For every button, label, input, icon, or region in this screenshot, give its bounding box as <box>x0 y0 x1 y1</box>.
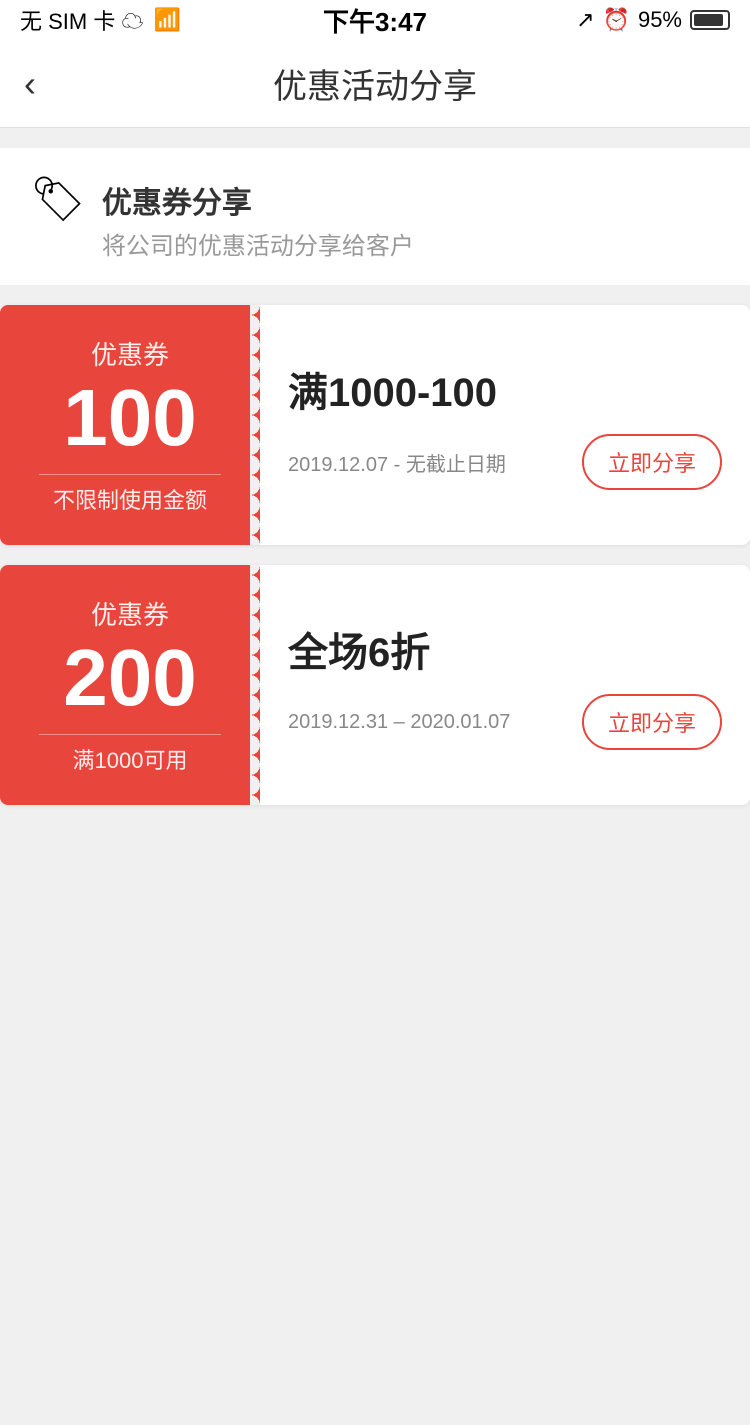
coupon-name-0: 满1000-100 <box>288 360 722 418</box>
nav-bar: ‹ 优惠活动分享 <box>0 40 750 128</box>
coupon-date-0: 2019.12.07 - 无截止日期 <box>288 448 506 477</box>
coupon-right-0: 满1000-100 2019.12.07 - 无截止日期 立即分享 <box>260 305 750 545</box>
share-button-0[interactable]: 立即分享 <box>582 434 722 490</box>
coupon-divider-1 <box>39 734 221 735</box>
coupon-amount-1: 200 <box>63 638 196 718</box>
status-time: 下午3:47 <box>323 2 427 39</box>
location-icon: ↗ <box>576 7 594 33</box>
battery-percent: 95% <box>638 7 682 33</box>
status-bar: 无 SIM 卡 ☁ 📶 下午3:47 ↗ ⏰ 95% <box>0 0 750 40</box>
coupon-condition-0: 不限制使用金额 <box>53 483 207 515</box>
bottom-space <box>0 825 750 1425</box>
share-button-1[interactable]: 立即分享 <box>582 694 722 750</box>
no-sim-text: 无 SIM 卡 ☁ <box>20 4 143 36</box>
section-header: 🏷 优惠券分享 将公司的优惠活动分享给客户 <box>0 148 750 285</box>
section-text: 优惠券分享 将公司的优惠活动分享给客户 <box>102 178 414 261</box>
wifi-icon: 📶 <box>153 7 180 33</box>
coupon-label-0: 优惠券 <box>91 335 169 372</box>
coupon-condition-1: 满1000可用 <box>73 743 188 775</box>
coupon-name-1: 全场6折 <box>288 620 722 678</box>
page-title: 优惠活动分享 <box>273 59 477 108</box>
status-left: 无 SIM 卡 ☁ 📶 <box>20 4 181 36</box>
status-right: ↗ ⏰ 95% <box>576 7 730 33</box>
coupon-meta-0: 2019.12.07 - 无截止日期 立即分享 <box>288 434 722 490</box>
coupon-card: 优惠券 200 满1000可用 全场6折 2019.12.31 – 2020.0… <box>0 565 750 805</box>
coupon-meta-1: 2019.12.31 – 2020.01.07 立即分享 <box>288 694 722 750</box>
coupon-label-1: 优惠券 <box>91 595 169 632</box>
coupon-divider-0 <box>39 474 221 475</box>
section-subtitle: 将公司的优惠活动分享给客户 <box>102 226 414 261</box>
coupon-date-1: 2019.12.31 – 2020.01.07 <box>288 711 510 734</box>
coupon-card: 优惠券 100 不限制使用金额 满1000-100 2019.12.07 - 无… <box>0 305 750 545</box>
alarm-icon: ⏰ <box>603 7 630 33</box>
section-title: 优惠券分享 <box>102 178 414 222</box>
coupon-left-1: 优惠券 200 满1000可用 <box>0 565 260 805</box>
coupon-list: 优惠券 100 不限制使用金额 满1000-100 2019.12.07 - 无… <box>0 305 750 825</box>
coupon-left-0: 优惠券 100 不限制使用金额 <box>0 305 260 545</box>
coupon-amount-0: 100 <box>63 378 196 458</box>
coupon-right-1: 全场6折 2019.12.31 – 2020.01.07 立即分享 <box>260 565 750 805</box>
coupon-share-icon: 🏷 <box>30 178 86 222</box>
back-button[interactable]: ‹ <box>24 63 36 105</box>
battery-icon <box>690 10 730 30</box>
